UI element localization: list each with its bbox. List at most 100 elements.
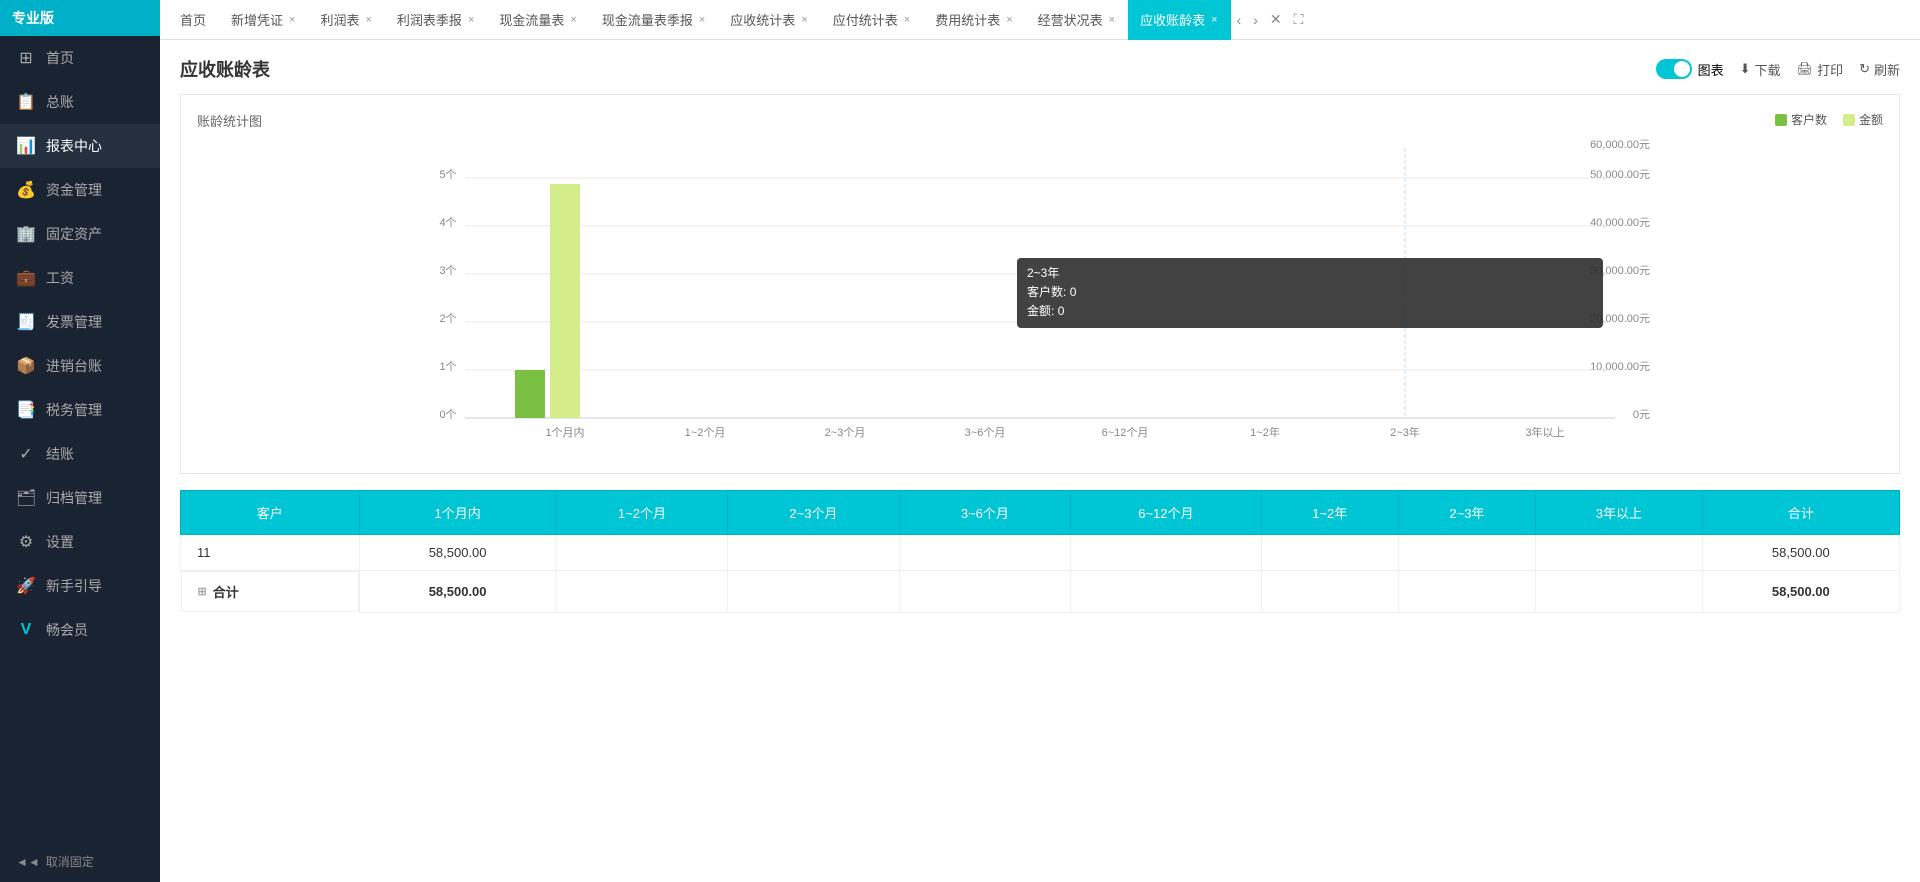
tab-close-icon[interactable]: × <box>1211 14 1217 26</box>
sidebar-item-guide[interactable]: 🚀 新手引导 <box>0 564 160 608</box>
cell-1m: 58,500.00 <box>359 535 556 571</box>
tab-close-icon[interactable]: × <box>468 14 474 26</box>
chart-svg: 0个 1个 2个 3个 4个 5个 0元 10,000.00元 20,000.0… <box>197 138 1883 438</box>
cell-2-3m <box>728 535 899 571</box>
sidebar-item-archive[interactable]: 🗂 归档管理 <box>0 476 160 520</box>
sidebar-item-vip[interactable]: V 畅会员 <box>0 608 160 652</box>
tab-close-icon[interactable]: × <box>289 14 295 26</box>
sidebar-pin-toggle[interactable]: ◄◄ 取消固定 <box>0 841 160 882</box>
sidebar-item-label: 结账 <box>46 444 74 464</box>
sidebar-item-invoice[interactable]: 🧾 发票管理 <box>0 300 160 344</box>
tab-close-icon[interactable]: × <box>801 14 807 26</box>
vip-icon: V <box>16 621 36 639</box>
tab-expense-stat[interactable]: 费用统计表 × <box>923 0 1025 40</box>
tax-icon: 📑 <box>16 400 36 420</box>
tab-ar-stat[interactable]: 应收统计表 × <box>718 0 820 40</box>
tab-label: 应付统计表 <box>833 10 898 29</box>
page-title: 应收账龄表 <box>180 56 270 82</box>
guide-icon: 🚀 <box>16 576 36 596</box>
download-button[interactable]: ⬇ 下载 <box>1740 60 1781 79</box>
tab-close-all-button[interactable]: ✕ <box>1264 7 1288 32</box>
svg-text:6~12个月: 6~12个月 <box>1102 426 1149 438</box>
tab-prev-button[interactable]: ‹ <box>1231 8 1248 32</box>
tab-ar-aging[interactable]: 应收账龄表 × <box>1128 0 1230 40</box>
chart-title: 账龄统计图 <box>197 111 1883 130</box>
refresh-button[interactable]: ↻ 刷新 <box>1859 60 1900 79</box>
sidebar-item-closing[interactable]: ✓ 结账 <box>0 432 160 476</box>
cell-over-3y <box>1536 535 1703 571</box>
sidebar-item-label: 进销台账 <box>46 356 102 376</box>
assets-icon: 🏢 <box>16 224 36 244</box>
tab-close-icon[interactable]: × <box>570 14 576 26</box>
header-actions: 图表 ⬇ 下载 🖨 打印 ↻ 刷新 <box>1656 59 1900 79</box>
tab-close-icon[interactable]: × <box>1006 14 1012 26</box>
sidebar: 专业版 ⊞ 首页 📋 总账 📊 报表中心 💰 资金管理 🏢 固定资产 💼 工资 … <box>0 0 160 882</box>
tab-close-icon[interactable]: × <box>1109 14 1115 26</box>
salary-icon: 💼 <box>16 268 36 288</box>
sidebar-item-label: 资金管理 <box>46 180 102 200</box>
legend-amount-label: 金额 <box>1859 111 1883 128</box>
svg-text:2~3年: 2~3年 <box>1390 425 1420 438</box>
tab-ap-stat[interactable]: 应付统计表 × <box>821 0 923 40</box>
sidebar-item-assets[interactable]: 🏢 固定资产 <box>0 212 160 256</box>
tab-label: 费用统计表 <box>935 10 1000 29</box>
tab-profit-quarter[interactable]: 利润表季报 × <box>385 0 487 40</box>
chart-legend: 客户数 金额 <box>1775 111 1883 128</box>
svg-text:0个: 0个 <box>439 408 456 421</box>
download-label: 下载 <box>1755 60 1781 79</box>
toggle-track[interactable] <box>1656 59 1692 79</box>
pin-label: 取消固定 <box>46 853 94 870</box>
page-content: 应收账龄表 图表 ⬇ 下载 🖨 打印 ↻ 刷新 <box>160 40 1920 882</box>
sidebar-item-label: 总账 <box>46 92 74 112</box>
tab-close-icon[interactable]: × <box>904 14 910 26</box>
sidebar-item-home[interactable]: ⊞ 首页 <box>0 36 160 80</box>
tab-operation-stat[interactable]: 经营状况表 × <box>1026 0 1128 40</box>
tab-profit[interactable]: 利润表 × <box>308 0 384 40</box>
tab-home-label: 首页 <box>180 10 206 29</box>
sidebar-item-label: 工资 <box>46 268 74 288</box>
col-1-2y: 1~2年 <box>1261 491 1398 535</box>
sidebar-item-funds[interactable]: 💰 资金管理 <box>0 168 160 212</box>
cell-customer: 11 <box>181 535 360 571</box>
svg-text:60,000.00元: 60,000.00元 <box>1590 139 1650 151</box>
inventory-icon: 📦 <box>16 356 36 376</box>
svg-text:20,000.00元: 20,000.00元 <box>1590 313 1650 325</box>
tab-cashflow-quarter[interactable]: 现金流量表季报 × <box>590 0 718 40</box>
tab-cashflow[interactable]: 现金流量表 × <box>487 0 589 40</box>
tab-home[interactable]: 首页 <box>168 0 219 40</box>
svg-text:3个: 3个 <box>439 264 456 277</box>
sidebar-item-tax[interactable]: 📑 税务管理 <box>0 388 160 432</box>
legend-light-dot <box>1843 114 1855 126</box>
legend-customer-count: 客户数 <box>1775 111 1827 128</box>
tab-label: 经营状况表 <box>1038 10 1103 29</box>
sidebar-item-settings[interactable]: ⚙ 设置 <box>0 520 160 564</box>
col-customer: 客户 <box>181 491 360 535</box>
archive-icon: 🗂 <box>16 488 36 508</box>
total-1-2m <box>556 571 727 613</box>
sidebar-item-label: 首页 <box>46 48 74 68</box>
sidebar-item-reports[interactable]: 📊 报表中心 <box>0 124 160 168</box>
cell-2-3y <box>1398 535 1535 571</box>
sidebar-item-salary[interactable]: 💼 工资 <box>0 256 160 300</box>
print-button[interactable]: 🖨 打印 <box>1797 60 1844 79</box>
tab-close-icon[interactable]: × <box>699 14 705 26</box>
tab-label: 应收统计表 <box>730 10 795 29</box>
print-icon: 🖨 <box>1797 61 1814 77</box>
total-1m: 58,500.00 <box>359 571 556 613</box>
tab-label: 新增凭证 <box>231 10 283 29</box>
col-3-6m: 3~6个月 <box>899 491 1070 535</box>
cell-total: 58,500.00 <box>1702 535 1899 571</box>
sidebar-item-inventory[interactable]: 📦 进销台账 <box>0 344 160 388</box>
legend-customer-label: 客户数 <box>1791 111 1827 128</box>
sidebar-item-ledger[interactable]: 📋 总账 <box>0 80 160 124</box>
tab-fullscreen-button[interactable]: ⛶ <box>1288 7 1310 32</box>
pin-icon: ◄◄ <box>16 855 40 869</box>
tab-next-button[interactable]: › <box>1247 8 1264 32</box>
tab-close-icon[interactable]: × <box>365 14 371 26</box>
settings-icon: ⚙ <box>16 532 36 552</box>
tab-new-voucher[interactable]: 新增凭证 × <box>219 0 308 40</box>
total-6-12m <box>1071 571 1262 613</box>
chart-toggle[interactable]: 图表 <box>1656 59 1724 79</box>
download-icon: ⬇ <box>1740 61 1751 77</box>
svg-text:10,000.00元: 10,000.00元 <box>1590 361 1650 373</box>
